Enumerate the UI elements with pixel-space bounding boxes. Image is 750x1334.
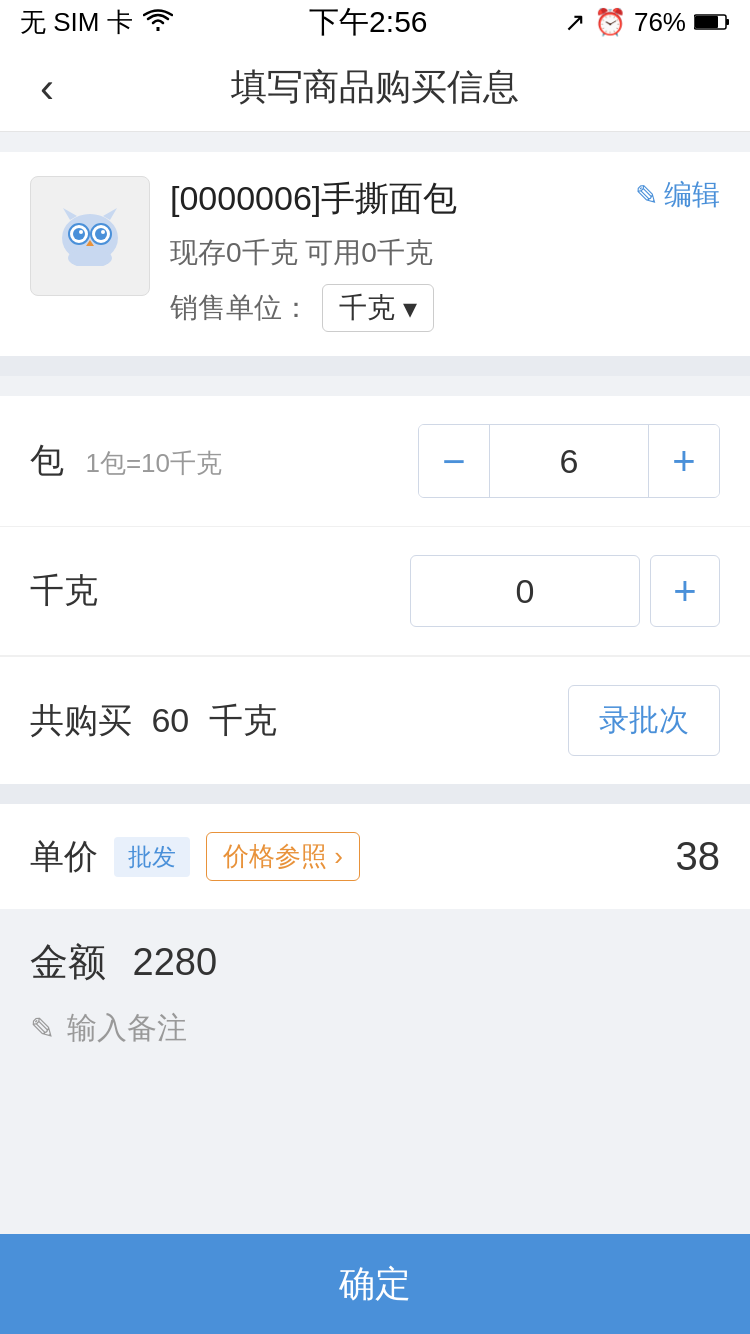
kg-plus-button[interactable]: +	[650, 555, 720, 627]
price-label: 单价	[30, 834, 98, 880]
package-label-text: 包	[30, 441, 64, 479]
page-title: 填写商品购买信息	[231, 63, 519, 112]
product-unit-row: 销售单位： 千克 ▾	[170, 284, 720, 332]
product-image	[30, 176, 150, 296]
svg-point-6	[73, 228, 85, 240]
separator-2	[0, 784, 750, 804]
battery-text: 76%	[634, 7, 686, 38]
total-text: 共购买 60 千克	[30, 698, 277, 744]
svg-rect-1	[726, 19, 729, 25]
unit-label: 销售单位：	[170, 289, 310, 327]
location-icon: ↗	[564, 7, 586, 38]
quantity-section: 包 1包=10千克 − + 千克 + 共购买 60 千克 录批次	[0, 396, 750, 784]
record-batch-button[interactable]: 录批次	[568, 685, 720, 756]
product-card: [0000006]手撕面包 现存0千克 可用0千克 销售单位： 千克 ▾ ✎ 编…	[0, 152, 750, 356]
back-button[interactable]: ‹	[20, 54, 74, 122]
unit-value: 千克	[339, 289, 395, 327]
amount-row: 金额 2280	[30, 937, 720, 988]
status-bar: 无 SIM 卡 下午2:56 ↗ ⏰ 76%	[0, 0, 750, 44]
dropdown-icon: ▾	[403, 292, 417, 325]
total-unit: 千克	[209, 701, 277, 739]
svg-rect-2	[695, 16, 718, 28]
total-label: 共购买	[30, 701, 132, 739]
wifi-icon	[143, 7, 173, 38]
package-minus-button[interactable]: −	[419, 425, 489, 497]
status-left: 无 SIM 卡	[20, 5, 173, 40]
kg-quantity-input[interactable]	[410, 555, 640, 627]
svg-point-7	[95, 228, 107, 240]
kg-row: 千克 +	[0, 527, 750, 656]
amount-label: 金额	[30, 941, 106, 983]
price-row: 单价 批发 价格参照 › 38	[0, 804, 750, 909]
svg-point-8	[79, 230, 83, 234]
package-row: 包 1包=10千克 − +	[0, 396, 750, 527]
alarm-icon: ⏰	[594, 7, 626, 38]
battery-icon	[694, 7, 730, 38]
total-value: 60	[151, 701, 189, 739]
price-section: 单价 批发 价格参照 › 38	[0, 804, 750, 909]
confirm-button[interactable]: 确定	[0, 1234, 750, 1334]
edit-button[interactable]: ✎ 编辑	[635, 176, 720, 214]
edit-label: 编辑	[664, 176, 720, 214]
amount-value: 2280	[133, 941, 218, 983]
status-time: 下午2:56	[309, 2, 427, 43]
package-quantity-input[interactable]	[489, 425, 649, 497]
unit-selector[interactable]: 千克 ▾	[322, 284, 434, 332]
status-right: ↗ ⏰ 76%	[564, 7, 730, 38]
svg-point-9	[101, 230, 105, 234]
note-label: 输入备注	[67, 1008, 187, 1049]
kg-label: 千克	[30, 568, 410, 614]
package-hint: 1包=10千克	[85, 448, 222, 478]
note-row[interactable]: ✎ 输入备注	[30, 1008, 720, 1049]
note-icon: ✎	[30, 1011, 55, 1046]
edit-icon: ✎	[635, 179, 658, 212]
nav-bar: ‹ 填写商品购买信息	[0, 44, 750, 132]
price-ref-label: 价格参照 ›	[223, 839, 343, 874]
price-tag: 批发	[114, 837, 190, 877]
price-value: 38	[676, 834, 721, 879]
product-stock: 现存0千克 可用0千克	[170, 234, 720, 272]
kg-control: +	[410, 555, 720, 627]
amount-section: 金额 2280 ✎ 输入备注	[0, 909, 750, 1069]
package-label: 包 1包=10千克	[30, 438, 418, 484]
package-plus-button[interactable]: +	[649, 425, 719, 497]
total-row: 共购买 60 千克 录批次	[0, 656, 750, 784]
separator-1	[0, 356, 750, 376]
back-icon: ‹	[40, 64, 54, 111]
product-logo	[50, 196, 130, 276]
price-reference-button[interactable]: 价格参照 ›	[206, 832, 360, 881]
no-sim-text: 无 SIM 卡	[20, 5, 133, 40]
package-quantity-control: − +	[418, 424, 720, 498]
confirm-label: 确定	[339, 1260, 411, 1309]
